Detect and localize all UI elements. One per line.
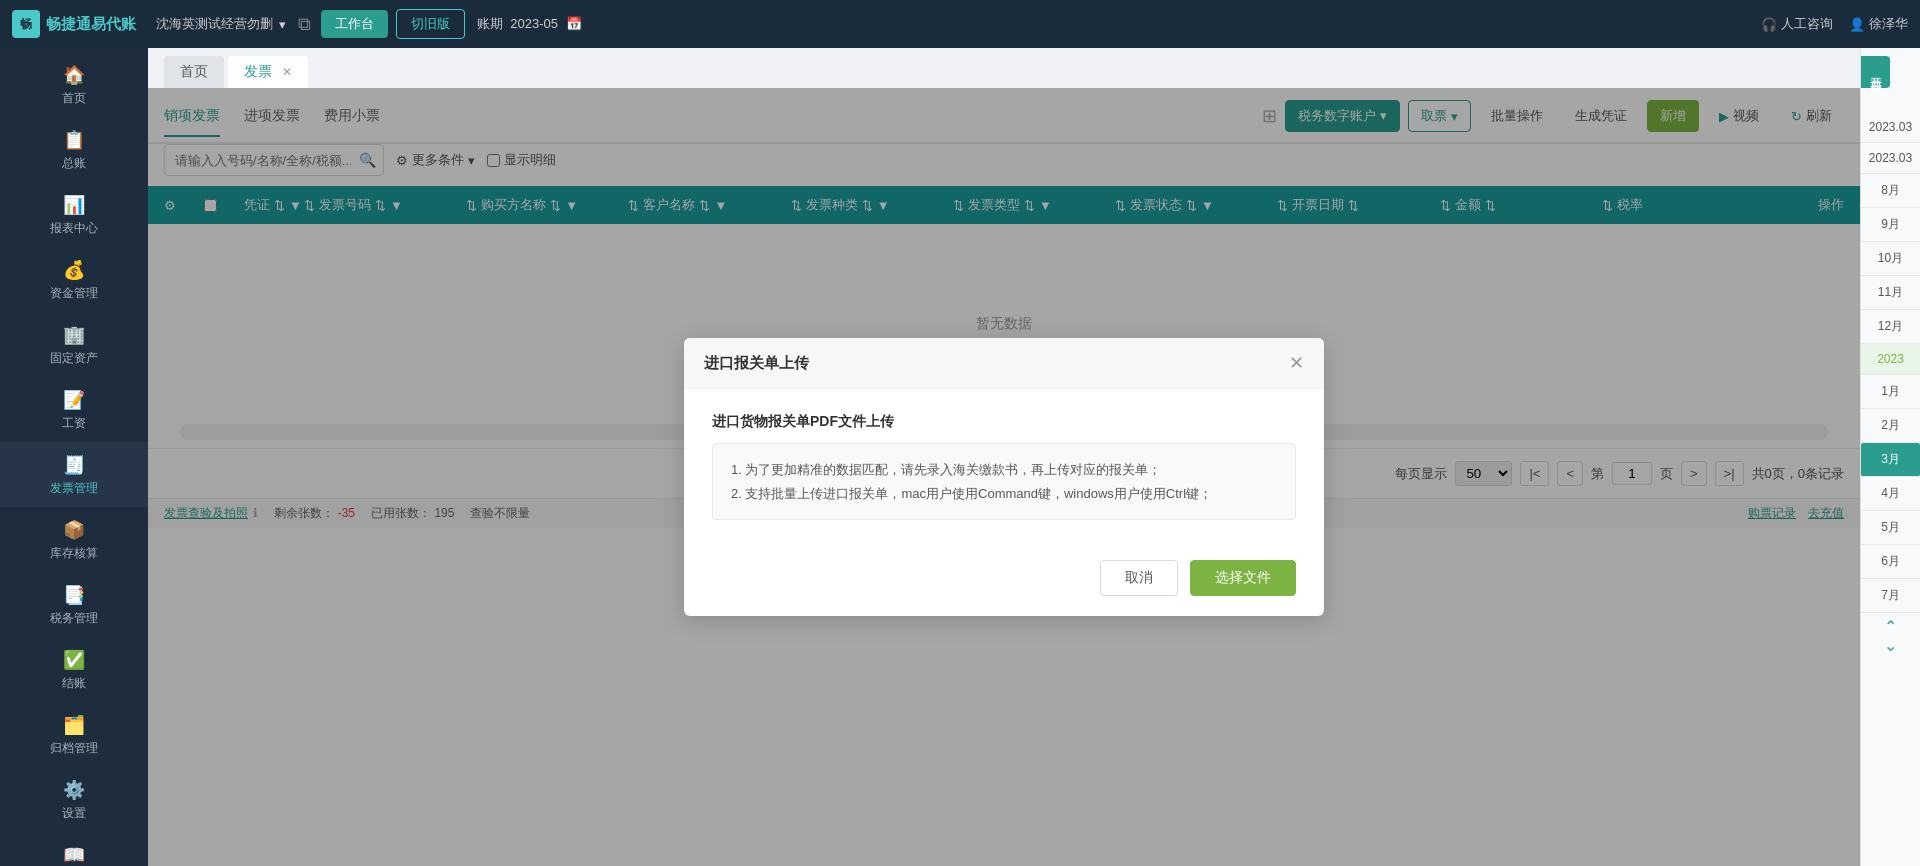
import-customs-modal: 进口报关单上传 ✕ 进口货物报关单PDF文件上传 1. 为了更加精准的数据匹配，… [684,338,1324,616]
main-layout: 🏠 首页 📋 总账 📊 报表中心 💰 资金管理 🏢 固定资产 📝 工资 🧾 发票管理 📦 库存核算 📑 税务管理 ✅… [0,48,1920,866]
sidebar-item-fixed-assets[interactable]: 🏢 固定资产 [0,312,148,377]
support-button[interactable]: 🎧 人工咨询 [1761,15,1833,33]
modal-body: 进口货物报关单PDF文件上传 1. 为了更加精准的数据匹配，请先录入海关缴款书，… [684,389,1324,544]
month-item-6[interactable]: 6月 [1861,545,1920,579]
sidebar-item-label: 总账 [62,155,86,172]
modal-close-button[interactable]: ✕ [1289,352,1304,374]
month-item-11[interactable]: 11月 [1861,276,1920,310]
tab-invoice[interactable]: 发票 ✕ [228,56,308,88]
sidebar-item-inventory[interactable]: 📦 库存核算 [0,507,148,572]
logo-icon: 畅 [12,10,40,38]
sidebar-items: 🏠 首页 📋 总账 📊 报表中心 💰 资金管理 🏢 固定资产 📝 工资 🧾 发票管理 📦 库存核算 📑 税务管理 ✅… [0,52,148,866]
month-item-2[interactable]: 2月 [1861,409,1920,443]
chevron-down-icon: ▾ [279,17,286,32]
sidebar-item-funds[interactable]: 💰 资金管理 [0,247,148,312]
fixed-assets-icon: 🏢 [63,324,85,346]
guide-icon: 📖 [63,844,85,866]
modal-cancel-button[interactable]: 取消 [1100,560,1178,596]
copy-icon: ⧉ [298,14,311,35]
sidebar-item-label: 发票管理 [50,480,98,497]
month-item-2023-03-2[interactable]: 2023.03 [1861,143,1920,174]
sidebar-item-ledger[interactable]: 📋 总账 [0,117,148,182]
sidebar-item-reports[interactable]: 📊 报表中心 [0,182,148,247]
month-item-9[interactable]: 9月 [1861,208,1920,242]
month-item-3[interactable]: 3月 [1861,443,1920,477]
month-item-7[interactable]: 7月 [1861,579,1920,613]
tax-icon: 📑 [63,584,85,606]
open-date-panel-button[interactable]: 开票日期 [1861,56,1890,88]
workspace-button[interactable]: 工作台 [321,10,388,38]
sidebar-item-payroll[interactable]: 📝 工资 [0,377,148,442]
app-name: 畅捷通易代账 [46,15,136,34]
period-label: 账期 2023-05 📅 [477,15,582,33]
chevron-down-icon[interactable]: ⌄ [1884,636,1897,655]
top-bar: 畅 畅捷通易代账 沈海英测试经营勿删 ▾ ⧉ 工作台 切旧版 账期 2023-0… [0,0,1920,48]
sidebar-item-label: 工资 [62,415,86,432]
modal-select-file-button[interactable]: 选择文件 [1190,560,1296,596]
month-item-12[interactable]: 12月 [1861,310,1920,344]
sidebar-item-tax[interactable]: 📑 税务管理 [0,572,148,637]
sidebar-item-invoice[interactable]: 🧾 发票管理 [0,442,148,507]
settings-icon: ⚙️ [63,779,85,801]
inventory-icon: 📦 [63,519,85,541]
reports-icon: 📊 [63,194,85,216]
switch-old-button[interactable]: 切旧版 [396,9,465,39]
sidebar-item-label: 设置 [62,805,86,822]
month-item-2023-03-1[interactable]: 2023.03 [1861,112,1920,143]
tab-close-icon[interactable]: ✕ [282,65,292,79]
month-item-4[interactable]: 4月 [1861,477,1920,511]
month-item-2023[interactable]: 2023 [1861,344,1920,375]
modal-section-title: 进口货物报关单PDF文件上传 [712,413,1296,431]
company-selector[interactable]: 沈海英测试经营勿删 ▾ ⧉ [156,14,317,35]
payroll-icon: 📝 [63,389,85,411]
funds-icon: 💰 [63,259,85,281]
modal-footer: 取消 选择文件 [684,544,1324,616]
sidebar-item-archive[interactable]: 🗂️ 归档管理 [0,702,148,767]
tab-bar: 首页 发票 ✕ [148,48,1860,88]
month-item-8[interactable]: 8月 [1861,174,1920,208]
sidebar-item-label: 库存核算 [50,545,98,562]
sidebar: 🏠 首页 📋 总账 📊 报表中心 💰 资金管理 🏢 固定资产 📝 工资 🧾 发票管理 📦 库存核算 📑 税务管理 ✅… [0,48,148,866]
chevron-up-icon[interactable]: ⌃ [1884,617,1897,636]
calendar-icon[interactable]: 📅 [566,16,582,31]
modal-title: 进口报关单上传 [704,354,809,373]
month-selector: 2023.032023.038月9月10月11月12月20231月2月3月4月5… [1861,112,1920,613]
main-content: 首页 发票 ✕ 销项发票 进项发票 费用小票 ⊞ 税务数字账户 ▾ 取票 ▾ [148,48,1860,866]
app-logo: 畅 畅捷通易代账 [12,10,136,38]
sidebar-item-closing[interactable]: ✅ 结账 [0,637,148,702]
sidebar-item-settings[interactable]: ⚙️ 设置 [0,767,148,832]
home-icon: 🏠 [63,64,85,86]
company-name: 沈海英测试经营勿删 [156,15,273,33]
sidebar-item-label: 税务管理 [50,610,98,627]
sidebar-item-home[interactable]: 🏠 首页 [0,52,148,117]
modal-info-box: 1. 为了更加精准的数据匹配，请先录入海关缴款书，再上传对应的报关单；2. 支持… [712,443,1296,520]
ledger-icon: 📋 [63,129,85,151]
modal-header: 进口报关单上传 ✕ [684,338,1324,389]
tab-home[interactable]: 首页 [164,56,224,88]
month-item-1[interactable]: 1月 [1861,375,1920,409]
sidebar-item-label: 资金管理 [50,285,98,302]
month-item-5[interactable]: 5月 [1861,511,1920,545]
closing-icon: ✅ [63,649,85,671]
archive-icon: 🗂️ [63,714,85,736]
info-item: 1. 为了更加精准的数据匹配，请先录入海关缴款书，再上传对应的报关单； [731,458,1277,481]
user-avatar[interactable]: 👤 徐泽华 [1849,15,1908,33]
info-item: 2. 支持批量上传进口报关单，mac用户使用Command键，windows用户… [731,482,1277,505]
month-item-10[interactable]: 10月 [1861,242,1920,276]
sidebar-item-label: 报表中心 [50,220,98,237]
sidebar-item-label: 首页 [62,90,86,107]
top-bar-right: 🎧 人工咨询 👤 徐泽华 [1761,15,1908,33]
headset-icon: 🎧 [1761,17,1777,32]
page-content: 销项发票 进项发票 费用小票 ⊞ 税务数字账户 ▾ 取票 ▾ 批量操作 生成凭证… [148,88,1860,866]
user-icon: 👤 [1849,17,1865,32]
invoice-icon: 🧾 [63,454,85,476]
panel-chevrons: ⌃ ⌄ [1884,617,1897,655]
right-panel: 开票日期 2023.032023.038月9月10月11月12月20231月2月… [1860,48,1920,866]
sidebar-item-label: 结账 [62,675,86,692]
modal-overlay: 进口报关单上传 ✕ 进口货物报关单PDF文件上传 1. 为了更加精准的数据匹配，… [148,88,1860,866]
sidebar-item-label: 固定资产 [50,350,98,367]
sidebar-item-label: 归档管理 [50,740,98,757]
sidebar-item-guide[interactable]: 📖新手引导 [0,832,148,866]
